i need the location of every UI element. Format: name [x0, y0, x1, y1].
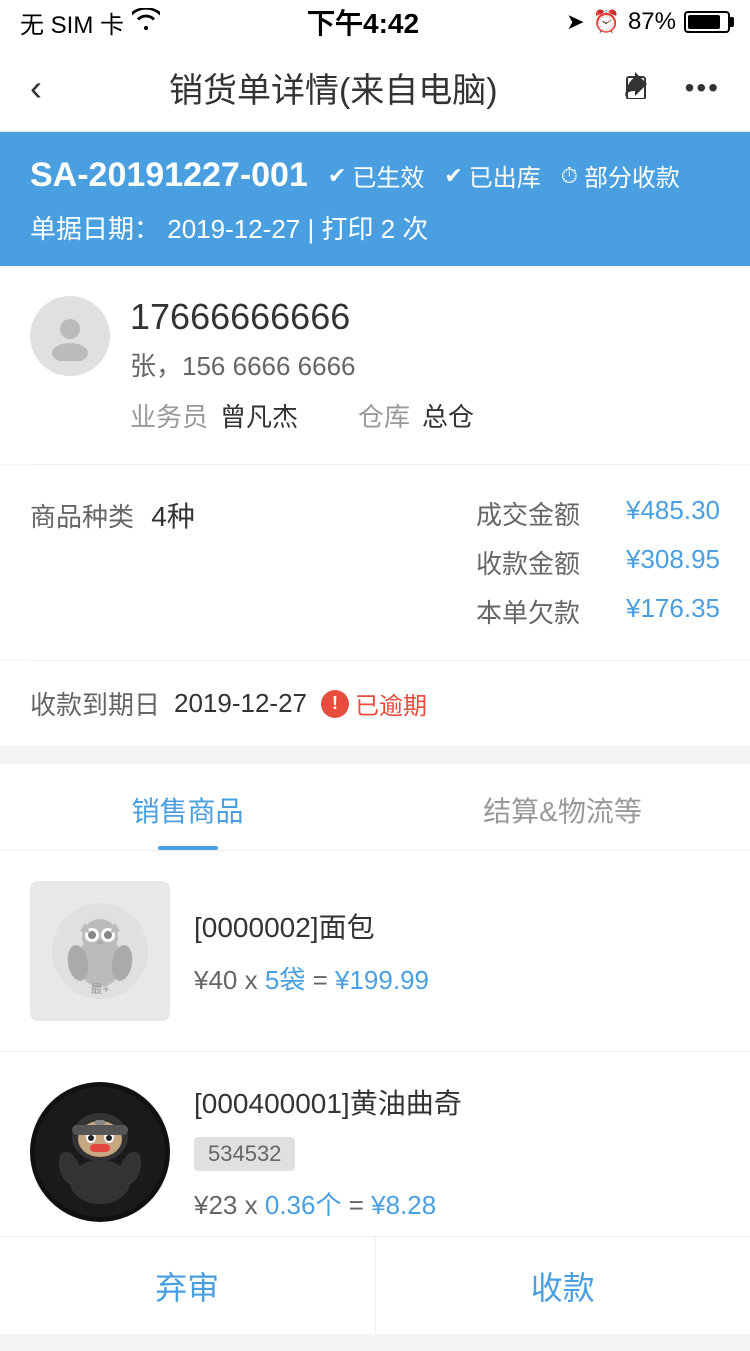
product-image-1: 最+	[30, 881, 170, 1021]
status-partial: ⏱ 部分收款	[561, 158, 680, 193]
share-icon[interactable]	[625, 69, 655, 107]
category-label: 商品种类	[30, 502, 134, 532]
banner-date: 单据日期： 2019-12-27 | 打印 2 次	[30, 209, 720, 246]
nav-bar: ‹ 销货单详情(来自电脑) •••	[0, 44, 750, 132]
product-total-1: ¥199.99	[335, 965, 429, 995]
battery-icon	[684, 11, 730, 33]
time-label: 下午4:42	[307, 2, 419, 42]
more-icon[interactable]: •••	[685, 72, 720, 104]
customer-section: 17666666666 张，156 6666 6666 业务员 曾凡杰 仓库 总…	[0, 266, 750, 464]
product-price-2: ¥23 x 0.36个 = ¥8.28	[194, 1185, 720, 1222]
nav-actions: •••	[625, 69, 720, 107]
product-name-2: [000400001]黄油曲奇	[194, 1082, 720, 1122]
list-item: [000400001]黄油曲奇 534532 ¥23 x 0.36个 = ¥8.…	[0, 1052, 750, 1253]
product-total-2: ¥8.28	[371, 1190, 436, 1220]
deal-label: 成交金额	[476, 495, 580, 532]
battery-percent: 87%	[628, 8, 676, 36]
alarm-icon: ⏰	[593, 9, 620, 35]
status-bar: 无 SIM 卡 下午4:42 ➤ ⏰ 87%	[0, 0, 750, 44]
tab-sales-label: 销售商品	[131, 796, 243, 827]
sales-label: 业务员	[130, 397, 208, 434]
debt-amount-row: 本单欠款 ¥176.35	[476, 593, 720, 630]
overdue-badge: ! 已逾期	[321, 686, 427, 721]
debt-label: 本单欠款	[476, 593, 580, 630]
overdue-icon: !	[321, 690, 349, 718]
due-date-value: 2019-12-27	[174, 688, 307, 719]
product-qty-2: 0.36个	[265, 1190, 349, 1220]
warehouse-info: 仓库 总仓	[358, 397, 474, 434]
cancel-label: 弃审	[155, 1263, 219, 1309]
tab-sales-products[interactable]: 销售商品	[0, 764, 375, 850]
due-section: 收款到期日 2019-12-27 ! 已逾期	[0, 661, 750, 746]
customer-name-phone: 张，156 6666 6666	[130, 346, 720, 383]
warehouse-label: 仓库	[358, 397, 410, 434]
product-image-circle-2	[35, 1087, 165, 1217]
tab-settlement-label: 结算&物流等	[483, 796, 642, 827]
debt-amount: ¥176.35	[600, 593, 720, 630]
deal-amount-row: 成交金额 ¥485.30	[476, 495, 720, 532]
banner-top: SA-20191227-001 ✔ 已生效 ✔ 已出库 ⏱ 部分收款	[30, 156, 720, 195]
section-divider	[0, 746, 750, 762]
product-info-2: [000400001]黄油曲奇 534532 ¥23 x 0.36个 = ¥8.…	[194, 1082, 720, 1222]
cancel-button[interactable]: 弃审	[0, 1237, 376, 1334]
collect-button[interactable]: 收款	[376, 1237, 750, 1334]
collect-label: 收款	[531, 1263, 595, 1309]
customer-avatar	[30, 296, 110, 376]
sales-name: 曾凡杰	[220, 397, 298, 434]
back-button[interactable]: ‹	[30, 67, 42, 109]
received-label: 收款金额	[476, 544, 580, 581]
svg-text:最+: 最+	[90, 982, 109, 996]
status-left: 无 SIM 卡	[20, 5, 160, 40]
status-right: ➤ ⏰ 87%	[566, 8, 730, 36]
summary-left: 商品种类 4种	[30, 495, 195, 535]
check-icon-1: ✔	[328, 163, 346, 189]
wifi-icon	[132, 8, 160, 37]
order-id: SA-20191227-001	[30, 156, 308, 195]
product-price-1: ¥40 x 5袋 = ¥199.99	[194, 960, 720, 997]
customer-phone: 17666666666	[130, 296, 720, 338]
customer-meta: 业务员 曾凡杰 仓库 总仓	[130, 397, 720, 434]
sales-info: 业务员 曾凡杰	[130, 397, 298, 434]
status-effected: ✔ 已生效	[328, 158, 424, 193]
summary-section: 商品种类 4种 成交金额 ¥485.30 收款金额 ¥308.95 本单欠款 ¥…	[0, 465, 750, 660]
product-sku-2: 534532	[194, 1137, 295, 1171]
due-label: 收款到期日	[30, 685, 160, 722]
product-info-1: [0000002]面包 ¥40 x 5袋 = ¥199.99	[194, 906, 720, 997]
category-count: 4种	[151, 501, 195, 532]
warehouse-name: 总仓	[422, 397, 474, 434]
summary-right: 成交金额 ¥485.30 收款金额 ¥308.95 本单欠款 ¥176.35	[476, 495, 720, 630]
bottom-bar: 弃审 收款	[0, 1236, 750, 1334]
deal-amount: ¥485.30	[600, 495, 720, 532]
clock-icon: ⏱	[561, 163, 578, 189]
tab-settlement[interactable]: 结算&物流等	[375, 764, 750, 850]
page-title: 销货单详情(来自电脑)	[169, 63, 498, 112]
product-image-inner-1: 最+	[30, 881, 170, 1021]
product-name-1: [0000002]面包	[194, 906, 720, 946]
product-qty-1: 5袋	[265, 965, 313, 995]
carrier-label: 无 SIM 卡	[20, 5, 124, 40]
tabs: 销售商品 结算&物流等	[0, 764, 750, 851]
customer-info: 17666666666 张，156 6666 6666 业务员 曾凡杰 仓库 总…	[130, 296, 720, 434]
overdue-text: 已逾期	[355, 686, 427, 721]
status-shipped: ✔ 已出库	[444, 158, 540, 193]
check-icon-2: ✔	[444, 163, 462, 189]
list-item: 最+ [0000002]面包 ¥40 x 5袋 = ¥199.99	[0, 851, 750, 1052]
product-image-2	[30, 1082, 170, 1222]
product-list: 最+ [0000002]面包 ¥40 x 5袋 = ¥199.99	[0, 851, 750, 1253]
received-amount: ¥308.95	[600, 544, 720, 581]
location-icon: ➤	[566, 9, 584, 35]
order-banner: SA-20191227-001 ✔ 已生效 ✔ 已出库 ⏱ 部分收款 单据日期：…	[0, 132, 750, 266]
received-amount-row: 收款金额 ¥308.95	[476, 544, 720, 581]
